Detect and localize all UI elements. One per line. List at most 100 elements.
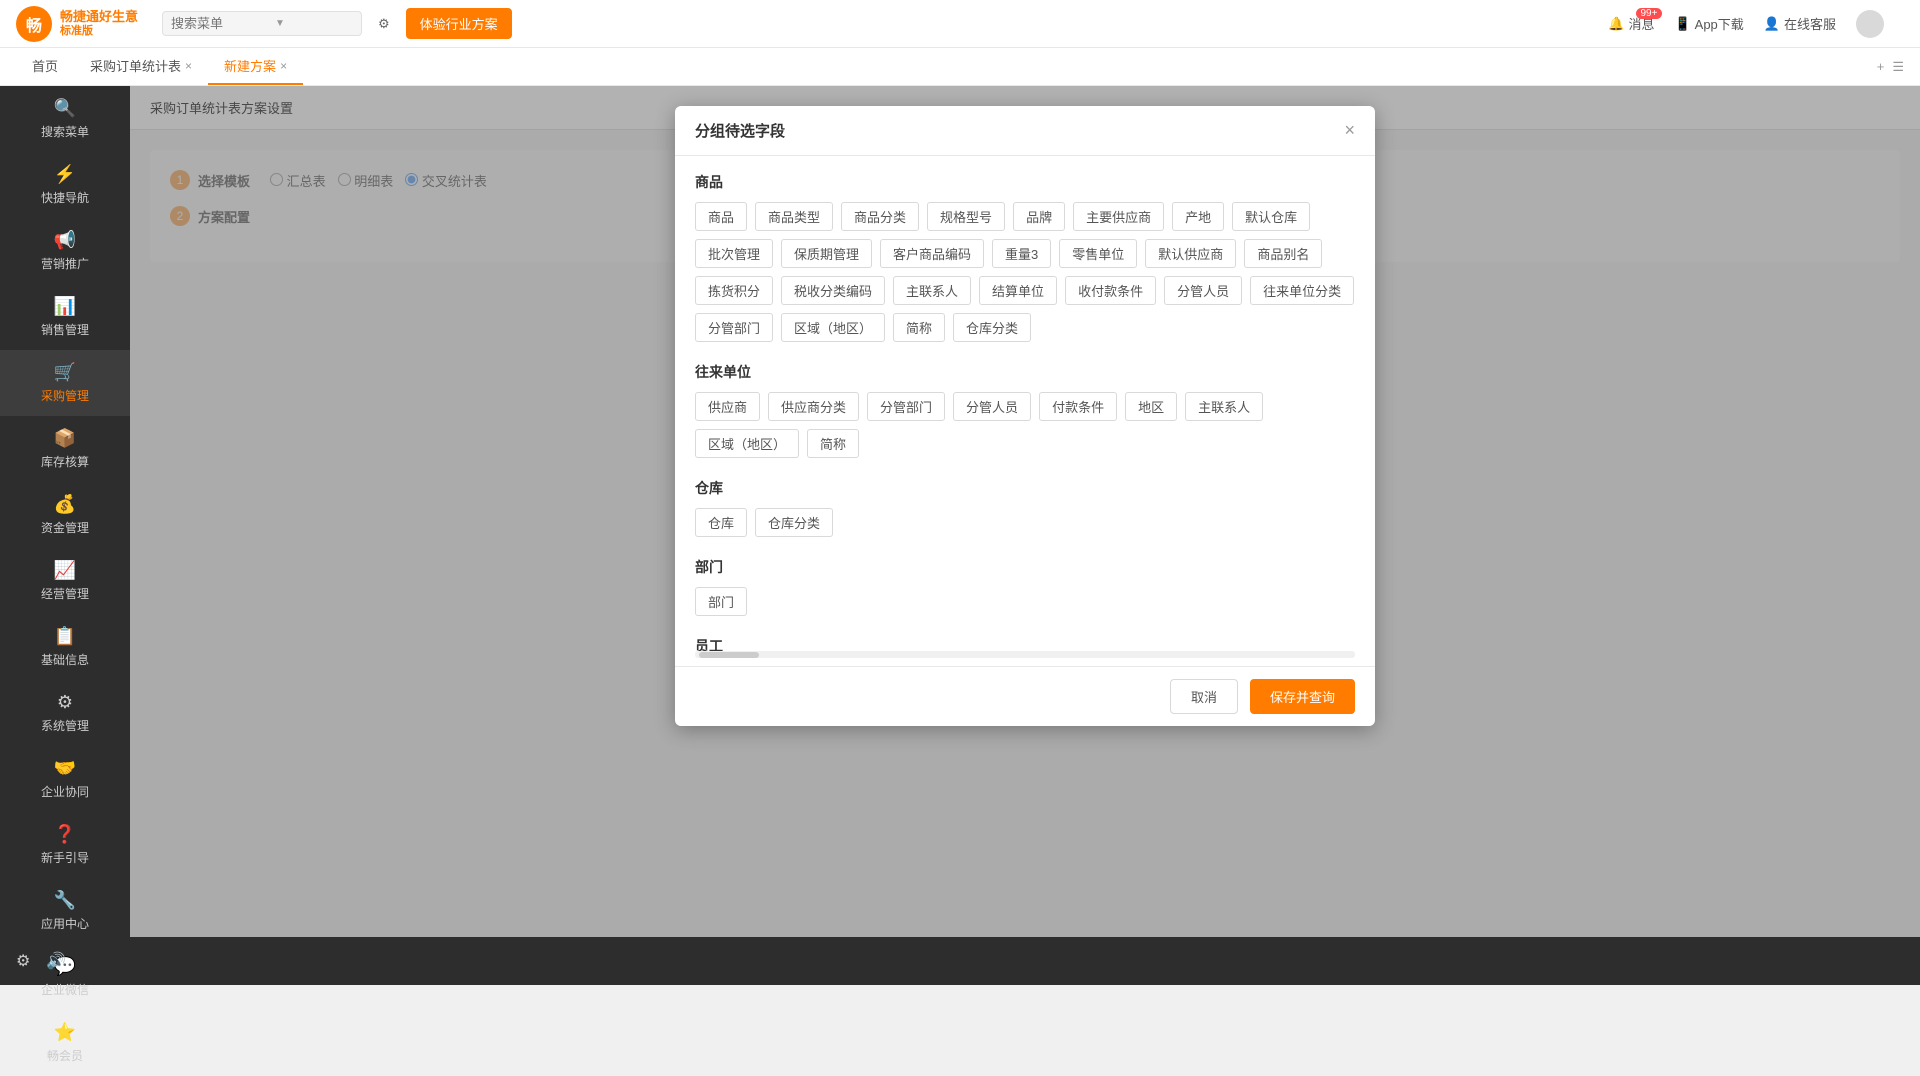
tab-add-icon[interactable]: +: [1877, 59, 1885, 74]
sidebar-item-operations[interactable]: 📈 经营管理: [0, 548, 130, 614]
sidebar-item-sales[interactable]: 📊 销售管理: [0, 284, 130, 350]
field-expiry-mgmt[interactable]: 保质期管理: [781, 239, 872, 268]
partner-field-grid: 供应商 供应商分类 分管部门 分管人员 付款条件 地区 主联系人 区域（地区） …: [695, 392, 1355, 458]
field-partner-dept[interactable]: 分管部门: [867, 392, 945, 421]
app-center-icon: 🔧: [54, 890, 76, 911]
field-brand[interactable]: 品牌: [1013, 202, 1065, 231]
field-payment-terms[interactable]: 收付款条件: [1065, 276, 1156, 305]
gear-button[interactable]: ⚙: [370, 12, 398, 36]
sidebar-item-finance[interactable]: 💰 资金管理: [0, 482, 130, 548]
field-product[interactable]: 商品: [695, 202, 747, 231]
field-retail-unit[interactable]: 零售单位: [1059, 239, 1137, 268]
sidebar-wechat-label: 企业微信: [41, 981, 89, 998]
search-input-area[interactable]: ▼: [162, 11, 362, 36]
tab-home[interactable]: 首页: [16, 48, 74, 85]
sidebar-item-marketing[interactable]: 📢 营销推广: [0, 218, 130, 284]
sidebar-item-inventory[interactable]: 📦 库存核算: [0, 416, 130, 482]
field-main-supplier[interactable]: 主要供应商: [1073, 202, 1164, 231]
field-area[interactable]: 地区: [1125, 392, 1177, 421]
trial-button[interactable]: 体验行业方案: [406, 8, 512, 39]
tab-menu-icon[interactable]: ☰: [1892, 59, 1904, 75]
tab-new-plan-close[interactable]: ×: [280, 59, 287, 73]
field-settle-unit[interactable]: 结算单位: [979, 276, 1057, 305]
notification-bell[interactable]: 🔔 消息 99+: [1608, 14, 1654, 33]
avatar[interactable]: [1856, 10, 1884, 38]
tab-new-plan[interactable]: 新建方案 ×: [208, 48, 303, 85]
field-pay-terms[interactable]: 付款条件: [1039, 392, 1117, 421]
modal-body[interactable]: 商品 商品 商品类型 商品分类 规格型号 品牌 主要供应商 产地 默认仓库 批次…: [675, 156, 1375, 651]
sidebar-item-vip[interactable]: ⭐ 畅会员: [0, 1010, 130, 1076]
employee-section: 员工 业务员: [695, 636, 1355, 651]
sidebar-item-quick-nav[interactable]: ⚡ 快捷导航: [0, 152, 130, 218]
field-supervisor[interactable]: 分管人员: [1164, 276, 1242, 305]
marketing-icon: 📢: [54, 230, 76, 251]
tab-purchase-stats[interactable]: 采购订单统计表 ×: [74, 48, 208, 85]
tabs-bar: 首页 采购订单统计表 × 新建方案 × + ☰: [0, 48, 1920, 86]
sidebar-item-guide[interactable]: ❓ 新手引导: [0, 812, 130, 878]
field-supplier[interactable]: 供应商: [695, 392, 760, 421]
field-main-contact[interactable]: 主联系人: [893, 276, 971, 305]
main-layout: 🔍 搜索菜单 ⚡ 快捷导航 📢 营销推广 📊 销售管理 🛒 采购管理 📦 库存核…: [0, 86, 1920, 937]
field-partner-supervisor[interactable]: 分管人员: [953, 392, 1031, 421]
modal-close-button[interactable]: ×: [1344, 120, 1355, 141]
field-spec-model[interactable]: 规格型号: [927, 202, 1005, 231]
modal-title: 分组待选字段: [695, 120, 785, 141]
sound-bottom-icon[interactable]: 🔊: [46, 951, 66, 971]
field-supplier-category[interactable]: 供应商分类: [768, 392, 859, 421]
field-select-modal: 分组待选字段 × 商品 商品 商品类型 商品分类 规格型号 品牌: [675, 106, 1375, 726]
sidebar-item-system[interactable]: ⚙ 系统管理: [0, 680, 130, 746]
field-batch-mgmt[interactable]: 批次管理: [695, 239, 773, 268]
field-product-category[interactable]: 商品分类: [841, 202, 919, 231]
online-service[interactable]: 👤 在线客服: [1764, 14, 1836, 33]
field-weight3[interactable]: 重量3: [992, 239, 1051, 268]
field-origin[interactable]: 产地: [1172, 202, 1224, 231]
field-customer-code[interactable]: 客户商品编码: [880, 239, 984, 268]
field-product-alias[interactable]: 商品别名: [1244, 239, 1322, 268]
field-product-type[interactable]: 商品类型: [755, 202, 833, 231]
sidebar-item-base-info[interactable]: 📋 基础信息: [0, 614, 130, 680]
search-input[interactable]: [171, 16, 271, 31]
sidebar-inventory-label: 库存核算: [41, 453, 89, 470]
product-section-title: 商品: [695, 172, 1355, 192]
operations-icon: 📈: [54, 560, 76, 581]
modal-overlay: 分组待选字段 × 商品 商品 商品类型 商品分类 规格型号 品牌: [130, 86, 1920, 937]
field-region-product[interactable]: 区域（地区）: [781, 313, 885, 342]
field-dept[interactable]: 部门: [695, 587, 747, 616]
quick-nav-icon: ⚡: [54, 164, 76, 185]
search-dropdown-arrow[interactable]: ▼: [275, 18, 285, 29]
field-partner-contact[interactable]: 主联系人: [1185, 392, 1263, 421]
guide-icon: ❓: [54, 824, 76, 845]
field-warehouse-category[interactable]: 仓库分类: [755, 508, 833, 537]
save-query-button[interactable]: 保存并查询: [1250, 679, 1355, 714]
sidebar-finance-label: 资金管理: [41, 519, 89, 536]
product-field-grid: 商品 商品类型 商品分类 规格型号 品牌 主要供应商 产地 默认仓库 批次管理 …: [695, 202, 1355, 342]
warehouse-section: 仓库 仓库 仓库分类: [695, 478, 1355, 537]
base-info-icon: 📋: [54, 626, 76, 647]
settings-bottom-icon[interactable]: ⚙: [16, 951, 30, 971]
sidebar-item-purchase[interactable]: 🛒 采购管理: [0, 350, 130, 416]
field-region-partner[interactable]: 区域（地区）: [695, 429, 799, 458]
sidebar-item-corp-coop[interactable]: 🤝 企业协同: [0, 746, 130, 812]
modal-horizontal-scrollbar[interactable]: [695, 651, 1355, 658]
field-manage-dept[interactable]: 分管部门: [695, 313, 773, 342]
cancel-button[interactable]: 取消: [1170, 679, 1238, 714]
field-partner-category[interactable]: 往来单位分类: [1250, 276, 1354, 305]
sidebar-item-search[interactable]: 🔍 搜索菜单: [0, 86, 130, 152]
inventory-icon: 📦: [54, 428, 76, 449]
finance-icon: 💰: [54, 494, 76, 515]
service-icon: 👤: [1764, 16, 1780, 32]
field-short-name-partner[interactable]: 简称: [807, 429, 859, 458]
product-section: 商品 商品 商品类型 商品分类 规格型号 品牌 主要供应商 产地 默认仓库 批次…: [695, 172, 1355, 342]
sidebar-item-app-center[interactable]: 🔧 应用中心: [0, 878, 130, 944]
field-warehouse[interactable]: 仓库: [695, 508, 747, 537]
field-tax-code[interactable]: 税收分类编码: [781, 276, 885, 305]
field-warehouse-category-product[interactable]: 仓库分类: [953, 313, 1031, 342]
field-short-name-product[interactable]: 简称: [893, 313, 945, 342]
field-default-supplier[interactable]: 默认供应商: [1145, 239, 1236, 268]
field-default-warehouse[interactable]: 默认仓库: [1232, 202, 1310, 231]
sidebar: 🔍 搜索菜单 ⚡ 快捷导航 📢 营销推广 📊 销售管理 🛒 采购管理 📦 库存核…: [0, 86, 130, 937]
app-download[interactable]: 📱 App下载: [1674, 14, 1743, 33]
sidebar-purchase-label: 采购管理: [41, 387, 89, 404]
field-pick-points[interactable]: 拣货积分: [695, 276, 773, 305]
tab-purchase-close[interactable]: ×: [185, 59, 192, 73]
